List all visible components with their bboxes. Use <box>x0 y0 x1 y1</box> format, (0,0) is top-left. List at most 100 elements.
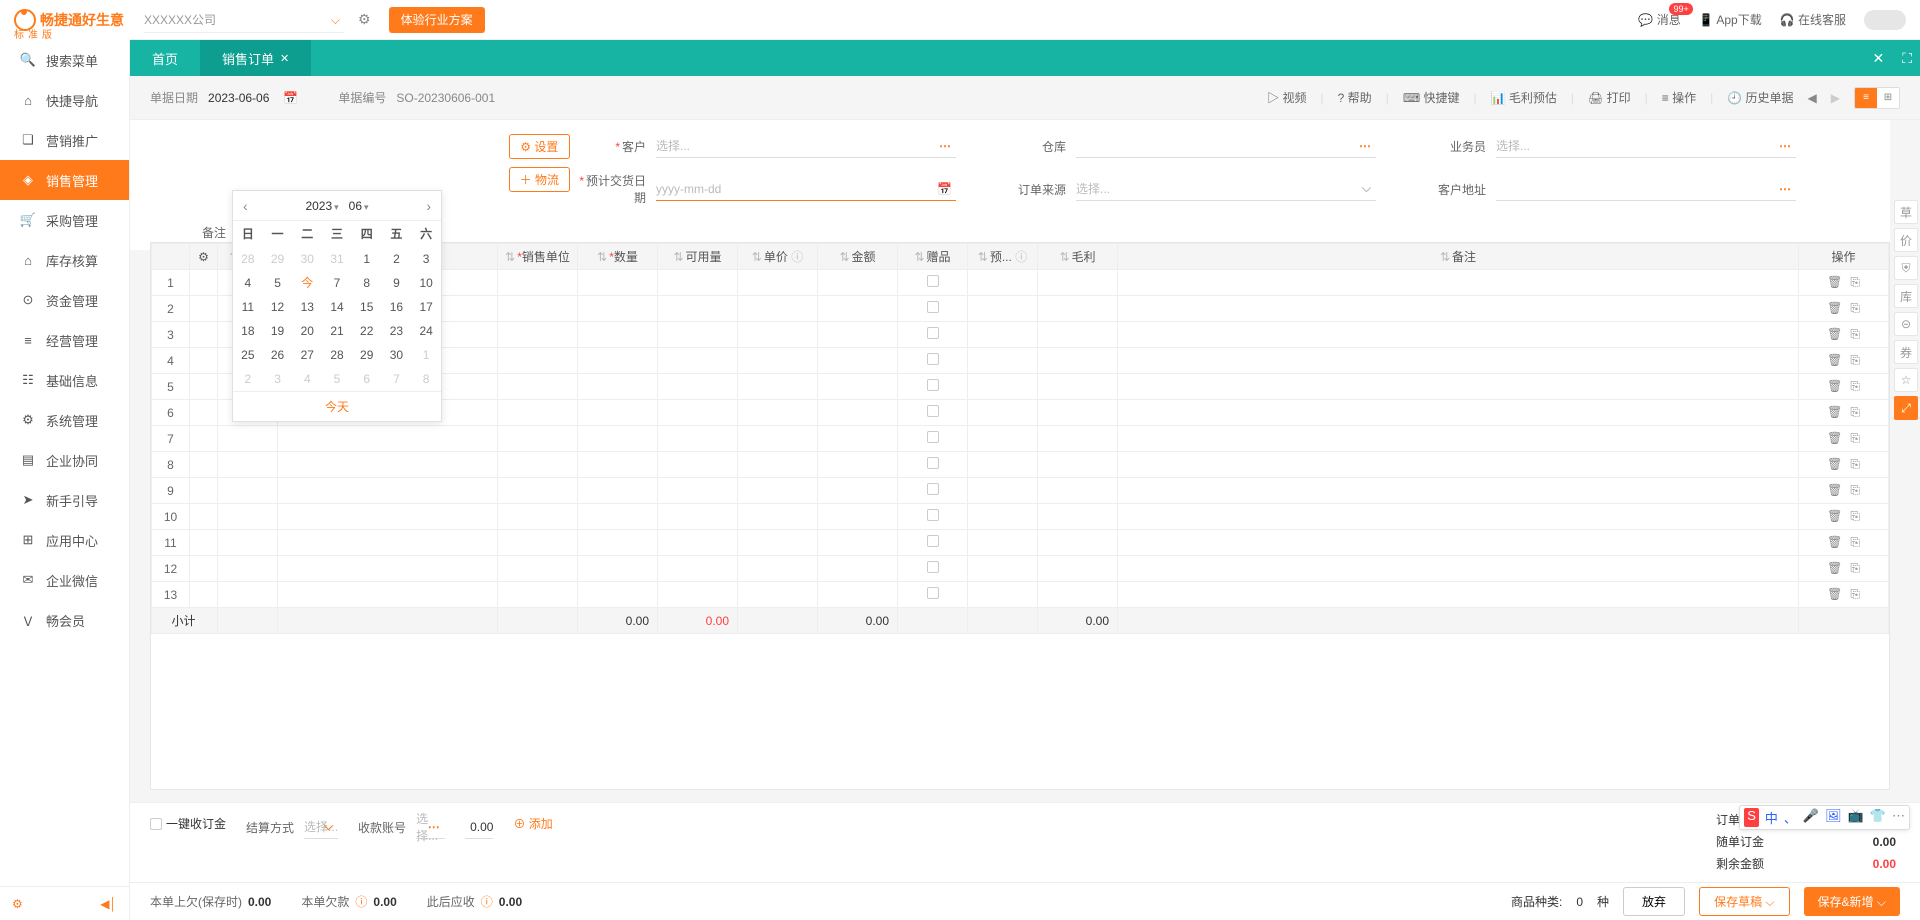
gift-checkbox[interactable] <box>927 327 939 339</box>
copy-row-icon[interactable]: ⎘ <box>1850 379 1860 393</box>
rail-icon[interactable]: 券 <box>1894 340 1918 364</box>
gear-icon[interactable]: ⚙ <box>358 11 371 28</box>
app-download-link[interactable]: 📱 App下载 <box>1699 11 1762 28</box>
copy-row-icon[interactable]: ⎘ <box>1850 301 1860 315</box>
profit-link[interactable]: 📊 毛利预估 <box>1491 89 1557 106</box>
delete-row-icon[interactable]: 🗑 <box>1827 405 1842 419</box>
col-qty[interactable]: ⇅*数量 <box>578 244 658 270</box>
ime-skin-icon[interactable]: 👕 <box>1870 808 1886 827</box>
sidebar-item-basedata[interactable]: ☷基础信息 <box>0 360 129 400</box>
gift-checkbox[interactable] <box>927 509 939 521</box>
sidebar-item-collab[interactable]: ▤企业协同 <box>0 440 129 480</box>
day-cell[interactable]: 17 <box>411 295 441 319</box>
delete-row-icon[interactable]: 🗑 <box>1827 587 1842 601</box>
col-settings[interactable]: ⚙ <box>190 244 218 270</box>
copy-row-icon[interactable]: ⎘ <box>1850 535 1860 549</box>
delete-row-icon[interactable]: 🗑 <box>1827 561 1842 575</box>
gift-checkbox[interactable] <box>927 301 939 313</box>
rail-icon[interactable]: ⛨ <box>1894 256 1918 280</box>
day-cell[interactable]: 3 <box>411 247 441 271</box>
table-row[interactable]: 13🗑⎘ <box>152 582 1889 608</box>
source-input[interactable]: 选择...⌵ <box>1076 177 1376 201</box>
discard-button[interactable]: 放弃 <box>1623 887 1685 916</box>
day-cell[interactable]: 10 <box>411 271 441 295</box>
close-icon[interactable]: ✕ <box>280 52 289 65</box>
salesperson-input[interactable]: 选择...⋯ <box>1496 134 1796 158</box>
more-icon[interactable]: ⋯ <box>1779 182 1792 196</box>
more-icon[interactable]: ⋯ <box>1359 139 1372 153</box>
gift-checkbox[interactable] <box>927 483 939 495</box>
messages-link[interactable]: 💬 消息99+ <box>1638 11 1680 28</box>
day-cell[interactable]: 25 <box>233 343 263 367</box>
settle-input[interactable]: 选择...⌵ <box>304 815 338 839</box>
sidebar-item-sales[interactable]: ◈销售管理 <box>0 160 129 200</box>
view-card[interactable]: ⊞ <box>1877 88 1899 108</box>
day-cell[interactable]: 19 <box>263 319 293 343</box>
delete-row-icon[interactable]: 🗑 <box>1827 431 1842 445</box>
info-icon[interactable]: ⓘ <box>481 893 493 910</box>
rail-icon[interactable]: ⤢ <box>1894 396 1918 420</box>
col-unit[interactable]: ⇅*销售单位 <box>498 244 578 270</box>
delete-row-icon[interactable]: 🗑 <box>1827 457 1842 471</box>
year-select[interactable]: 2023 <box>305 199 338 213</box>
rail-icon[interactable]: 草 <box>1894 200 1918 224</box>
history-link[interactable]: 🕘 历史单据 <box>1727 89 1793 106</box>
day-cell[interactable]: 3 <box>263 367 293 391</box>
ime-kb-icon[interactable]: 📺 <box>1848 808 1864 827</box>
day-cell[interactable]: 8 <box>411 367 441 391</box>
delete-row-icon[interactable]: 🗑 <box>1827 483 1842 497</box>
day-cell[interactable]: 15 <box>352 295 382 319</box>
day-cell[interactable]: 1 <box>411 343 441 367</box>
table-row[interactable]: 12🗑⎘ <box>152 556 1889 582</box>
day-cell[interactable]: 5 <box>263 271 293 295</box>
gift-checkbox[interactable] <box>927 405 939 417</box>
chevron-down-icon[interactable]: ⌵ <box>1362 181 1372 196</box>
info-icon[interactable]: ⓘ <box>791 250 803 264</box>
delete-row-icon[interactable]: 🗑 <box>1827 535 1842 549</box>
ime-more-icon[interactable]: ⋯ <box>1892 808 1905 827</box>
col-gift[interactable]: ⇅赠品 <box>898 244 968 270</box>
add-account-button[interactable]: ⊕ 添加 <box>513 815 552 832</box>
day-cell[interactable]: 8 <box>352 271 382 295</box>
day-cell[interactable]: 4 <box>233 271 263 295</box>
day-cell[interactable]: 21 <box>322 319 352 343</box>
day-cell[interactable]: 28 <box>233 247 263 271</box>
day-cell[interactable]: 13 <box>292 295 322 319</box>
chevron-down-icon[interactable]: ⌵ <box>324 819 334 834</box>
table-row[interactable]: 11🗑⎘ <box>152 530 1889 556</box>
gift-checkbox[interactable] <box>927 587 939 599</box>
day-cell[interactable]: 30 <box>382 343 412 367</box>
sidebar-item-funds[interactable]: ⊙资金管理 <box>0 280 129 320</box>
hotkey-link[interactable]: ⌨ 快捷键 <box>1403 89 1460 106</box>
sidebar-item-system[interactable]: ⚙系统管理 <box>0 400 129 440</box>
more-icon[interactable]: ⋯ <box>428 820 441 834</box>
day-cell[interactable]: 6 <box>352 367 382 391</box>
gift-checkbox[interactable] <box>927 561 939 573</box>
day-cell[interactable]: 23 <box>382 319 412 343</box>
ship-date-input[interactable]: yyyy-mm-dd📅 <box>656 177 956 201</box>
gift-checkbox[interactable] <box>927 353 939 365</box>
next-month-icon[interactable]: › <box>426 198 431 214</box>
day-cell[interactable]: 24 <box>411 319 441 343</box>
prev-doc-icon[interactable]: ◀ <box>1808 91 1817 105</box>
ime-mic-icon[interactable]: 🎤 <box>1803 808 1819 827</box>
day-cell[interactable]: 29 <box>263 247 293 271</box>
company-select[interactable]: XXXXXX公司 ⌵ <box>144 7 344 33</box>
sidebar-item-marketing[interactable]: ❏营销推广 <box>0 120 129 160</box>
sidebar-item-member[interactable]: Ｖ畅会员 <box>0 600 129 640</box>
settings-icon[interactable]: ⚙ <box>12 897 23 911</box>
sidebar-item-appcenter[interactable]: ⊞应用中心 <box>0 520 129 560</box>
settings-button[interactable]: ⚙ 设置 <box>509 134 570 159</box>
customer-input[interactable]: 选择...⋯ <box>656 134 956 158</box>
table-row[interactable]: 10🗑⎘ <box>152 504 1889 530</box>
day-cell[interactable]: 28 <box>322 343 352 367</box>
collapse-icon[interactable]: ◀│ <box>100 897 117 911</box>
avatar[interactable] <box>1864 10 1906 30</box>
day-cell[interactable]: 22 <box>352 319 382 343</box>
day-cell[interactable]: 12 <box>263 295 293 319</box>
col-pre[interactable]: ⇅预... ⓘ <box>968 244 1038 270</box>
sidebar-item-inventory[interactable]: ⌂库存核算 <box>0 240 129 280</box>
day-cell[interactable]: 26 <box>263 343 293 367</box>
rail-icon[interactable]: 库 <box>1894 284 1918 308</box>
gift-checkbox[interactable] <box>927 431 939 443</box>
